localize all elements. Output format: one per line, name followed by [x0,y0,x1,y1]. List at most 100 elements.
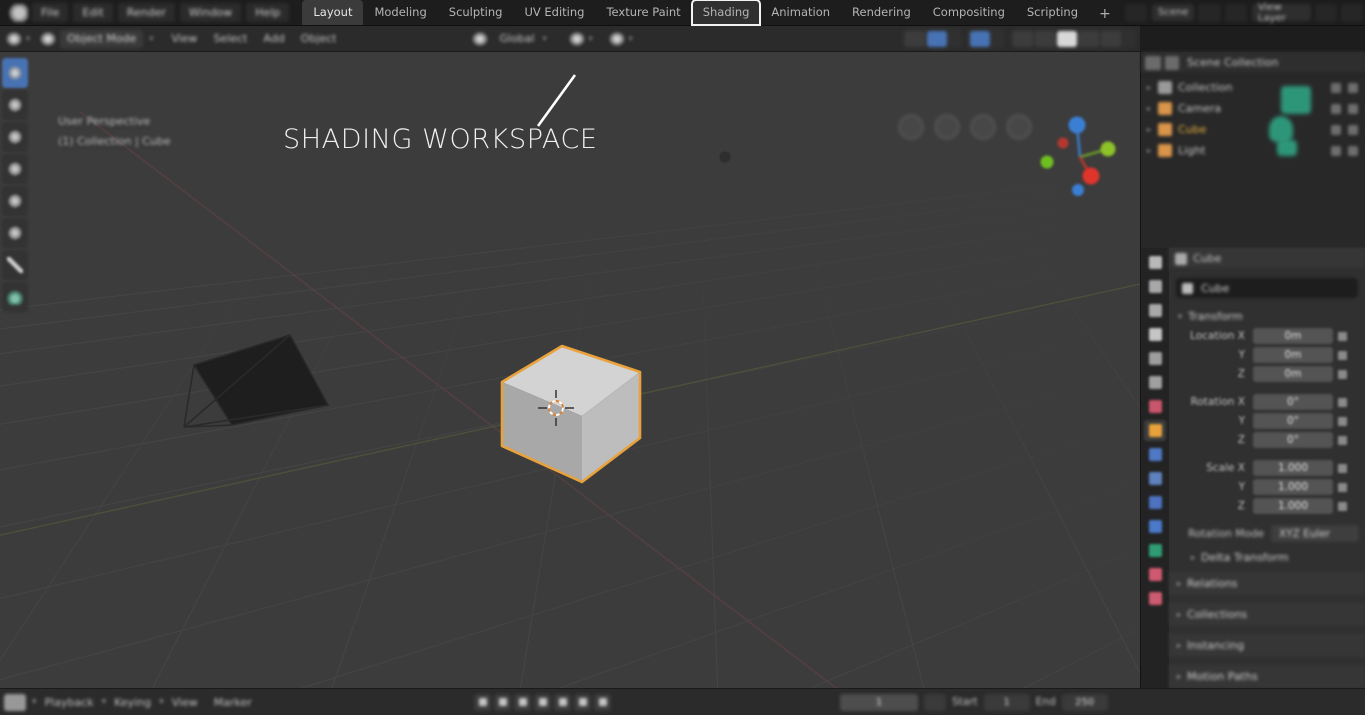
disable-render-icon[interactable] [1348,145,1358,156]
light-object[interactable] [710,142,740,172]
menu-file[interactable]: File [32,3,69,22]
field-scale-x[interactable]: Scale X 1.000 [1175,459,1359,477]
hide-icon[interactable] [1331,103,1341,114]
play-reverse-button[interactable] [514,693,531,711]
tool-tweak-select[interactable] [2,58,28,88]
jump-to-start-button[interactable] [474,693,491,711]
menu-edit[interactable]: Edit [73,3,113,22]
properties-tab-material[interactable] [1144,564,1166,585]
field-value[interactable]: 0° [1253,394,1333,410]
hide-icon[interactable] [1331,82,1341,93]
field-scale-y[interactable]: Y 1.000 [1175,478,1359,496]
timeline-menu-playback[interactable]: Playback [37,696,102,709]
outliner-row-camera[interactable]: ▸ Camera [1141,98,1365,119]
tab-compositing[interactable]: Compositing [922,0,1016,25]
outliner-editor[interactable]: Scene Collection ▸ Collection ▸ Camera ▸… [1140,52,1365,248]
field-value[interactable]: 1.000 [1253,479,1333,495]
properties-tab-collection[interactable] [1144,396,1166,417]
view-layer-name-field[interactable]: View Layer [1251,2,1311,24]
field-location-y[interactable]: Y 0m [1175,346,1359,364]
menu-render[interactable]: Render [117,3,175,22]
auto-keying-button[interactable] [924,693,946,711]
preview-sphere-1-icon[interactable] [898,114,924,140]
current-frame-field[interactable]: 1 [840,693,918,711]
tab-scripting[interactable]: Scripting [1016,0,1089,25]
shading-rendered-button[interactable] [1079,30,1099,47]
3d-viewport[interactable]: User Perspective (1) Collection | Cube S… [0,52,1140,688]
new-scene-button[interactable] [1198,3,1221,22]
preview-sphere-3-icon[interactable] [970,114,996,140]
viewport-menu-add[interactable]: Add [255,32,292,45]
properties-tab-object[interactable] [1144,420,1166,441]
timeline-menu-view[interactable]: View [164,696,206,709]
tab-texture-paint[interactable]: Texture Paint [595,0,691,25]
pause-button[interactable] [554,693,571,711]
shading-solid-button[interactable] [1035,30,1055,47]
editor-type-icon[interactable] [4,29,24,48]
transform-orientation-dropdown[interactable]: Global [492,32,543,45]
tool-cursor[interactable] [2,90,28,120]
timeline-editor-type-icon[interactable] [4,693,26,711]
tab-uv-editing[interactable]: UV Editing [513,0,595,25]
viewport-gizmos-icon[interactable] [905,30,925,47]
field-value[interactable]: 0m [1253,366,1333,382]
field-decorators[interactable] [1333,501,1359,511]
field-decorators[interactable] [1333,435,1359,445]
properties-tab-scene[interactable] [1144,348,1166,369]
object-name-field[interactable]: Cube [1176,278,1358,298]
tab-animation[interactable]: Animation [760,0,841,25]
field-scale-z[interactable]: Z 1.000 [1175,497,1359,515]
tool-move[interactable] [2,122,28,152]
field-location-x[interactable]: Location X 0m [1175,327,1359,345]
properties-tab-data[interactable] [1144,540,1166,561]
field-rotation-x[interactable]: Rotation X 0° [1175,393,1359,411]
add-workspace-button[interactable]: + [1089,3,1121,25]
preview-sphere-2-icon[interactable] [934,114,960,140]
preview-sphere-4-icon[interactable] [1006,114,1032,140]
properties-tab-render[interactable] [1144,276,1166,297]
field-value[interactable]: 0m [1253,328,1333,344]
gizmos-chevron-icon[interactable] [949,31,959,47]
next-keyframe-button[interactable] [574,693,591,711]
navigation-gizmo[interactable] [1030,107,1130,207]
properties-tab-physics[interactable] [1144,492,1166,513]
transform-panel-header[interactable]: ▾ Transform [1173,307,1361,325]
outliner-row-collection[interactable]: ▸ Collection [1141,77,1365,98]
properties-tab-tool[interactable] [1144,252,1166,273]
field-value[interactable]: 0m [1253,347,1333,363]
outliner-editor-type-icon[interactable] [1145,55,1161,70]
menu-help[interactable]: Help [246,3,290,22]
tab-sculpting[interactable]: Sculpting [438,0,514,25]
field-rotation-y[interactable]: Y 0° [1175,412,1359,430]
tool-scale[interactable] [2,186,28,216]
field-decorators[interactable] [1333,463,1359,473]
field-rotation-z[interactable]: Z 0° [1175,431,1359,449]
jump-to-end-button[interactable] [594,693,611,711]
field-decorators[interactable] [1333,482,1359,492]
timeline-menu-marker[interactable]: Marker [206,696,260,709]
field-value[interactable]: 1.000 [1253,498,1333,514]
field-decorators[interactable] [1333,416,1359,426]
tab-shading[interactable]: Shading [690,0,762,26]
viewport-gizmos-toggle[interactable] [927,30,947,47]
field-decorators[interactable] [1333,397,1359,407]
expand-arrow-icon[interactable]: ▸ [1147,146,1158,155]
window-controls[interactable] [1340,3,1364,22]
hide-icon[interactable] [1331,145,1341,156]
start-frame-field[interactable]: 1 [983,693,1030,711]
properties-tab-world[interactable] [1144,372,1166,393]
tool-rotate[interactable] [2,154,28,184]
properties-tab-output[interactable] [1144,300,1166,321]
overlays-chevron-icon[interactable] [992,31,1002,47]
scene-browse-icon[interactable] [1124,3,1147,22]
hide-icon[interactable] [1331,124,1341,135]
viewport-menu-select[interactable]: Select [205,32,255,45]
panel-instancing[interactable]: ▸ Instancing [1169,632,1365,657]
shading-material-preview-button[interactable] [1057,30,1077,47]
tab-modeling[interactable]: Modeling [363,0,437,25]
tab-layout[interactable]: Layout [302,0,364,25]
tab-rendering[interactable]: Rendering [841,0,922,25]
cube-object[interactable] [492,334,652,490]
field-value[interactable]: 1.000 [1253,460,1333,476]
field-decorators[interactable] [1333,331,1359,341]
